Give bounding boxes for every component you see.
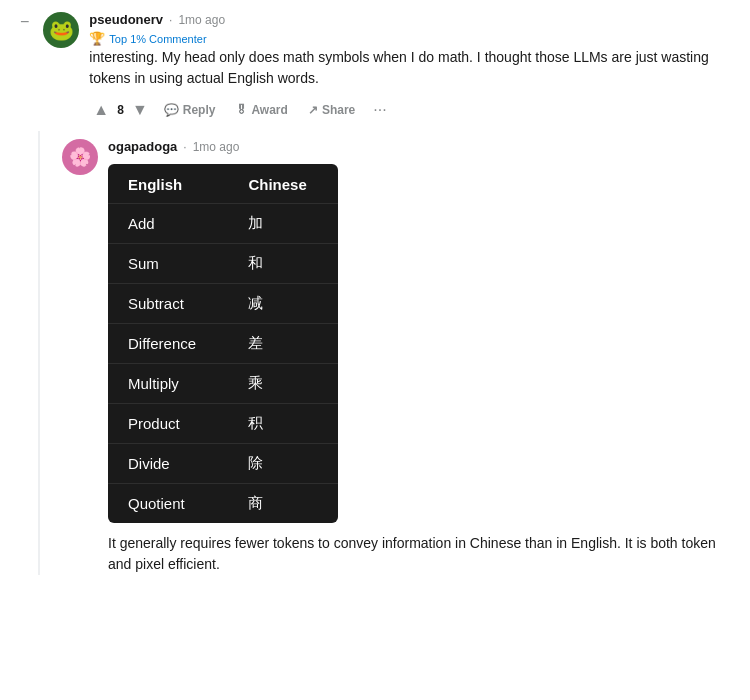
nested-comment-meta: ogapadoga · 1mo ago [108, 139, 734, 154]
username[interactable]: pseudonerv [89, 12, 163, 27]
vocab-table: English Chinese Add加Sum和Subtract减Differe… [108, 164, 338, 523]
table-row: Quotient商 [108, 484, 338, 524]
table-row: Add加 [108, 204, 338, 244]
nested-username[interactable]: ogapadoga [108, 139, 177, 154]
chinese-cell: 差 [228, 324, 338, 364]
chinese-cell: 乘 [228, 364, 338, 404]
nested-avatar: 🌸 [62, 139, 98, 175]
comment-body: pseudonerv · 1mo ago 🏆 Top 1% Commenter … [89, 12, 734, 123]
minimize-button[interactable]: − [16, 12, 33, 32]
english-cell: Divide [108, 444, 228, 484]
separator: · [169, 13, 172, 27]
avatar: 🐸 [43, 12, 79, 48]
vote-section: ▲ 8 ▼ [89, 99, 151, 121]
comment-meta: pseudonerv · 1mo ago [89, 12, 734, 27]
english-cell: Add [108, 204, 228, 244]
nested-separator: · [183, 140, 186, 154]
upvote-button[interactable]: ▲ [89, 99, 113, 121]
table-row: Multiply乘 [108, 364, 338, 404]
share-label: Share [322, 103, 355, 117]
comment-actions: ▲ 8 ▼ 💬 Reply 🎖 Award ↗ Share ··· [89, 97, 734, 123]
table-row: Difference差 [108, 324, 338, 364]
english-cell: Difference [108, 324, 228, 364]
award-button[interactable]: 🎖 Award [227, 99, 295, 121]
reply-button[interactable]: 💬 Reply [156, 99, 224, 121]
english-header: English [108, 164, 228, 204]
english-cell: Multiply [108, 364, 228, 404]
reply-icon: 💬 [164, 103, 179, 117]
table-header-row: English Chinese [108, 164, 338, 204]
share-icon: ↗ [308, 103, 318, 117]
user-badge: 🏆 Top 1% Commenter [89, 31, 206, 46]
share-button[interactable]: ↗ Share [300, 99, 363, 121]
chinese-cell: 商 [228, 484, 338, 524]
footer-text: It generally requires fewer tokens to co… [108, 533, 734, 575]
thread-line [38, 131, 40, 575]
english-cell: Sum [108, 244, 228, 284]
english-cell: Product [108, 404, 228, 444]
table-row: Sum和 [108, 244, 338, 284]
thread-line-col [16, 127, 62, 575]
table-row: Divide除 [108, 444, 338, 484]
thread-container: 🌸 ogapadoga · 1mo ago English [16, 127, 734, 575]
english-cell: Subtract [108, 284, 228, 324]
vocab-table-inner: English Chinese Add加Sum和Subtract减Differe… [108, 164, 338, 523]
badge-icon: 🏆 [89, 31, 105, 46]
comment-text: interesting. My head only does math symb… [89, 47, 734, 89]
chinese-cell: 减 [228, 284, 338, 324]
table-row: Product积 [108, 404, 338, 444]
downvote-button[interactable]: ▼ [128, 99, 152, 121]
english-cell: Quotient [108, 484, 228, 524]
nested-timestamp: 1mo ago [193, 140, 240, 154]
top-comment: − 🐸 pseudonerv · 1mo ago 🏆 Top 1% Commen… [16, 12, 734, 123]
chinese-header: Chinese [228, 164, 338, 204]
timestamp: 1mo ago [178, 13, 225, 27]
vote-count: 8 [117, 103, 124, 117]
chinese-cell: 和 [228, 244, 338, 284]
chinese-cell: 积 [228, 404, 338, 444]
chinese-cell: 除 [228, 444, 338, 484]
reply-label: Reply [183, 103, 216, 117]
nested-content: 🌸 ogapadoga · 1mo ago English [62, 127, 734, 575]
award-icon: 🎖 [235, 103, 247, 117]
comment-thread: − 🐸 pseudonerv · 1mo ago 🏆 Top 1% Commen… [0, 0, 750, 587]
chinese-cell: 加 [228, 204, 338, 244]
table-row: Subtract减 [108, 284, 338, 324]
nested-comment: 🌸 ogapadoga · 1mo ago English [62, 139, 734, 575]
more-button[interactable]: ··· [367, 97, 392, 123]
nested-comment-body: ogapadoga · 1mo ago English Chinese [108, 139, 734, 575]
award-label: Award [251, 103, 287, 117]
badge-label: Top 1% Commenter [109, 33, 206, 45]
